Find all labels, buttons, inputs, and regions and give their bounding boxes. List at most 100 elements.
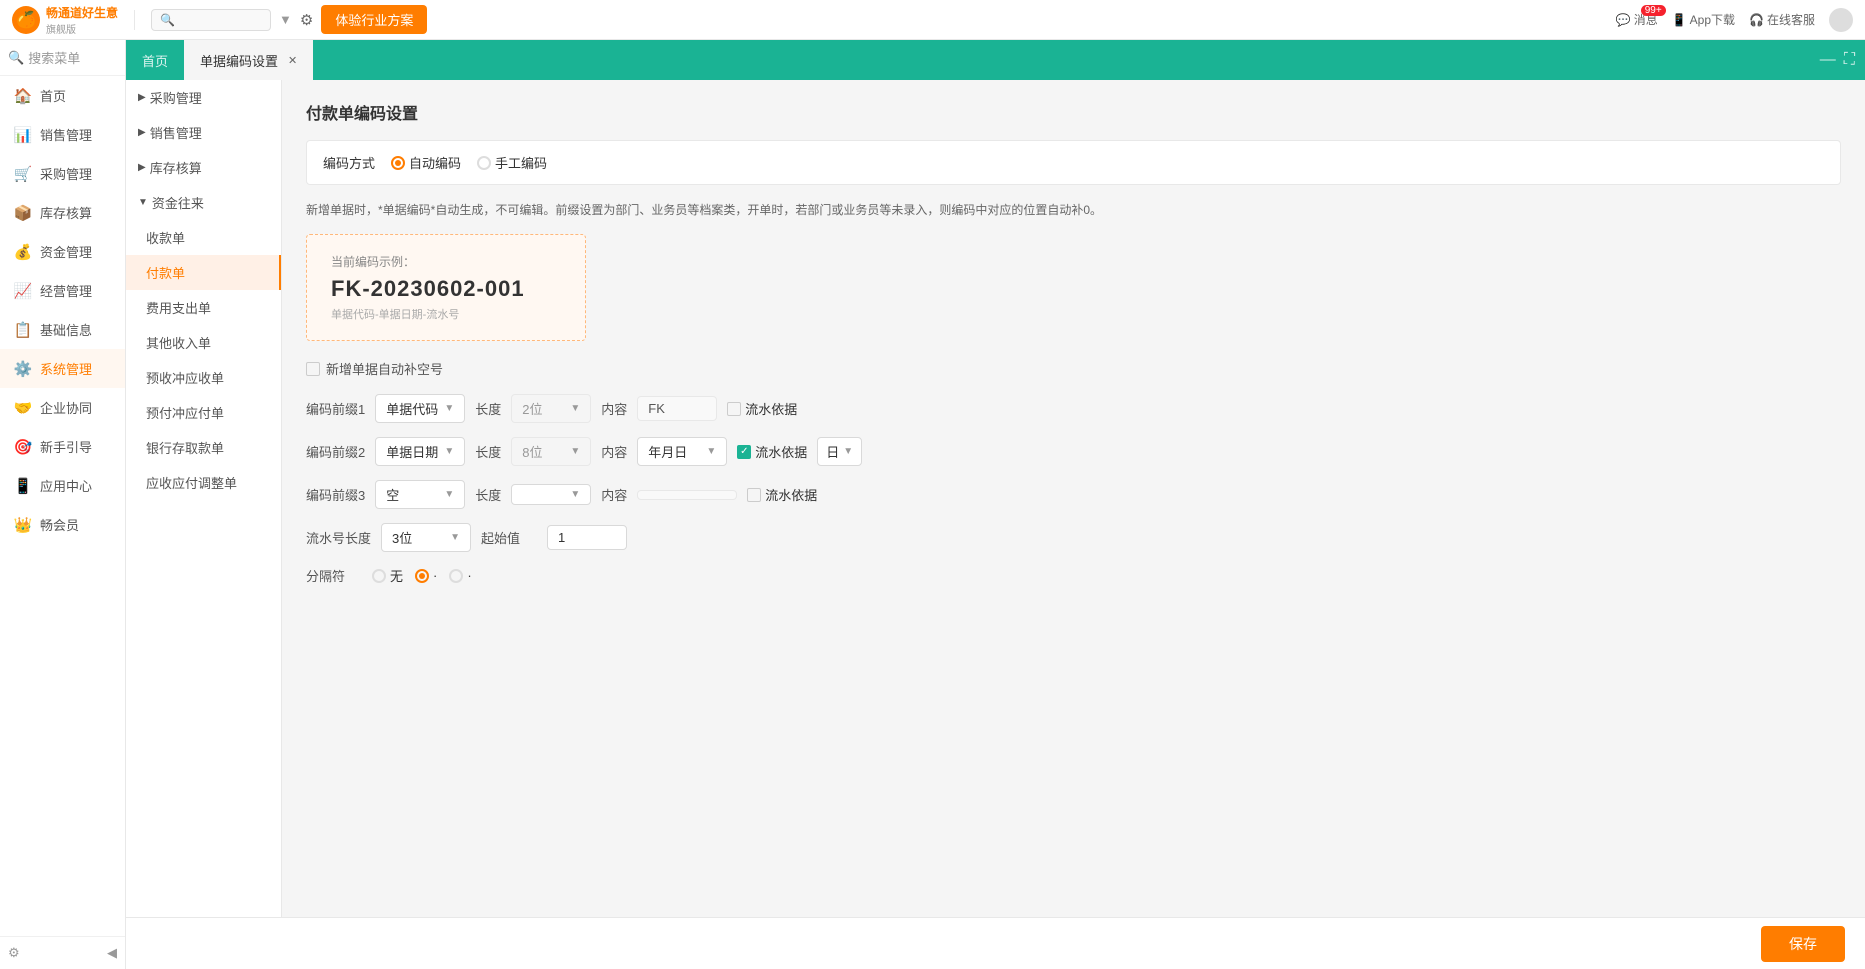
prefix-2-length-label: 长度 — [475, 442, 501, 461]
day-select[interactable]: 日 ▼ — [817, 437, 862, 466]
prefix-3-select[interactable]: 空 ▼ — [375, 480, 465, 509]
sidebar-item-finance[interactable]: 💰 资金管理 — [0, 232, 125, 271]
tab-close-icon[interactable]: ✕ — [288, 54, 297, 67]
gear-icon[interactable]: ⚙ — [300, 11, 313, 29]
prefix-2-select[interactable]: 单据日期 ▼ — [375, 437, 465, 466]
sub-item-other-income[interactable]: 其他收入单 — [126, 325, 281, 360]
sub-group-capital-title[interactable]: 资金往来 — [126, 185, 281, 220]
search-area[interactable]: 🔍 — [151, 9, 271, 31]
sub-group-sales-label: 销售管理 — [150, 123, 202, 142]
auto-fill-label: 新增单据自动补空号 — [326, 359, 443, 378]
sep-dash-radio[interactable]: · — [449, 568, 471, 583]
sep-dot-label: · — [433, 568, 437, 583]
guide-icon: 🎯 — [14, 438, 32, 456]
app-download-button[interactable]: 📱 App下载 — [1672, 11, 1735, 28]
auto-fill-checkbox[interactable] — [306, 362, 320, 376]
sidebar-item-home[interactable]: 🏠 首页 — [0, 76, 125, 115]
sub-item-prepay-offset[interactable]: 预收冲应收单 — [126, 360, 281, 395]
sidebar-item-operations[interactable]: 📈 经营管理 — [0, 271, 125, 310]
form-rows: 编码前缀1 单据代码 ▼ 长度 2位 ▼ 内容 FK — [306, 394, 1841, 509]
prefix-1-content-value: FK — [637, 396, 717, 421]
prefix-1-select[interactable]: 单据代码 ▼ — [375, 394, 465, 423]
sidebar-item-purchase[interactable]: 🛒 采购管理 — [0, 154, 125, 193]
select-arrow-icon: ▼ — [450, 532, 460, 543]
top-bar-left: 🍊 畅通道好生意 旗舰版 🔍 ▼ ⚙ 体验行业方案 — [12, 4, 427, 36]
tab-bar: 首页 单据编码设置 ✕ — ⛶ — [126, 40, 1865, 80]
logo: 🍊 畅通道好生意 旗舰版 — [12, 4, 118, 36]
preview-code: FK-20230602-001 — [331, 276, 561, 302]
sep-dot-radio[interactable]: · — [415, 568, 437, 583]
sidebar-item-label: 基础信息 — [40, 320, 92, 339]
manual-encode-radio[interactable]: 手工编码 — [477, 153, 547, 172]
serial-row: 流水号长度 3位 ▼ 起始值 — [306, 523, 1841, 552]
sidebar: 🔍 搜索菜单 🏠 首页 📊 销售管理 🛒 采购管理 📦 库存核算 💰 — [0, 40, 126, 969]
trial-button[interactable]: 体验行业方案 — [321, 5, 427, 34]
sub-item-expense[interactable]: 费用支出单 — [126, 290, 281, 325]
prefix-3-serial-checkbox[interactable]: 流水依据 — [747, 485, 817, 504]
sub-layout: 采购管理 销售管理 库存核算 — [126, 80, 1865, 969]
sidebar-item-sales[interactable]: 📊 销售管理 — [0, 115, 125, 154]
sidebar-item-label: 首页 — [40, 86, 66, 105]
manual-encode-label: 手工编码 — [495, 153, 547, 172]
encode-method-label: 编码方式 — [323, 153, 375, 172]
prefix-2-content-select[interactable]: 年月日 ▼ — [637, 437, 727, 466]
tab-home-label: 首页 — [142, 51, 168, 70]
app-center-icon: 📱 — [14, 477, 32, 495]
prefix-1-content-label: 内容 — [601, 399, 627, 418]
service-button[interactable]: 🎧 在线客服 — [1749, 11, 1815, 28]
tab-maximize-icon[interactable]: ⛶ — [1844, 51, 1855, 69]
search-icon: 🔍 — [8, 50, 24, 66]
tab-home[interactable]: 首页 — [126, 40, 184, 80]
collapse-icon[interactable]: ◀ — [107, 945, 117, 961]
avatar[interactable] — [1829, 8, 1853, 32]
sub-group-inventory-title[interactable]: 库存核算 — [126, 150, 281, 185]
prefix-1-label: 编码前缀1 — [306, 399, 365, 418]
select-arrow-icon: ▼ — [444, 403, 454, 414]
serial-length-value: 3位 — [392, 528, 412, 547]
sidebar-item-enterprise[interactable]: 🤝 企业协同 — [0, 388, 125, 427]
message-button[interactable]: 💬 消息 99+ — [1616, 11, 1658, 28]
sidebar-item-vip[interactable]: 👑 畅会员 — [0, 505, 125, 544]
start-value-input[interactable] — [547, 525, 627, 550]
sub-group-purchase-title[interactable]: 采购管理 — [126, 80, 281, 115]
sub-item-advance-offset[interactable]: 预付冲应付单 — [126, 395, 281, 430]
sep-none-radio[interactable]: 无 — [372, 566, 403, 585]
preview-box: 当前编码示例： FK-20230602-001 单据代码-单据日期-流水号 — [306, 234, 586, 341]
sub-item-payment[interactable]: 付款单 — [126, 255, 281, 290]
sidebar-item-system[interactable]: ⚙️ 系统管理 — [0, 349, 125, 388]
sidebar-item-app-center[interactable]: 📱 应用中心 — [0, 466, 125, 505]
sub-group-sales-title[interactable]: 销售管理 — [126, 115, 281, 150]
system-icon: ⚙️ — [14, 360, 32, 378]
save-button[interactable]: 保存 — [1761, 926, 1845, 962]
sidebar-item-inventory[interactable]: 📦 库存核算 — [0, 193, 125, 232]
auto-radio-circle — [391, 156, 405, 170]
auto-encode-radio[interactable]: 自动编码 — [391, 153, 461, 172]
sub-group-inventory-label: 库存核算 — [150, 158, 202, 177]
prefix-3-length-value[interactable]: ▼ — [511, 484, 591, 505]
sub-item-ar-ap-adjust[interactable]: 应收应付调整单 — [126, 465, 281, 500]
prefix-1-serial-checkbox[interactable]: 流水依据 — [727, 399, 797, 418]
sep-label: 分隔符 — [306, 566, 362, 585]
sidebar-footer: ⚙ ◀ — [0, 936, 125, 969]
prefix-2-serial-checkbox[interactable]: 流水依据 — [737, 442, 807, 461]
sidebar-item-guide[interactable]: 🎯 新手引导 — [0, 427, 125, 466]
tab-minimize-icon[interactable]: — — [1820, 51, 1836, 69]
tab-encode-settings[interactable]: 单据编码设置 ✕ — [184, 40, 313, 80]
auto-encode-label: 自动编码 — [409, 153, 461, 172]
settings-icon[interactable]: ⚙ — [8, 945, 20, 961]
chevron-down-icon[interactable]: ▼ — [279, 12, 292, 27]
prefix-1-checkbox-box — [727, 402, 741, 416]
sidebar-search[interactable]: 🔍 搜索菜单 — [0, 40, 125, 76]
prefix-2-label: 编码前缀2 — [306, 442, 365, 461]
sidebar-nav: 🏠 首页 📊 销售管理 🛒 采购管理 📦 库存核算 💰 资金管理 📈 经 — [0, 76, 125, 936]
sidebar-item-basic-info[interactable]: 📋 基础信息 — [0, 310, 125, 349]
sep-dash-label: · — [467, 568, 471, 583]
enterprise-icon: 🤝 — [14, 399, 32, 417]
sidebar-item-label: 经营管理 — [40, 281, 92, 300]
sidebar-item-label: 企业协同 — [40, 398, 92, 417]
sub-item-receipt[interactable]: 收款单 — [126, 220, 281, 255]
serial-length-select[interactable]: 3位 ▼ — [381, 523, 471, 552]
encode-radio-group: 自动编码 手工编码 — [391, 153, 547, 172]
select-arrow-icon: ▼ — [570, 403, 580, 414]
sub-item-bank-deposit[interactable]: 银行存取款单 — [126, 430, 281, 465]
